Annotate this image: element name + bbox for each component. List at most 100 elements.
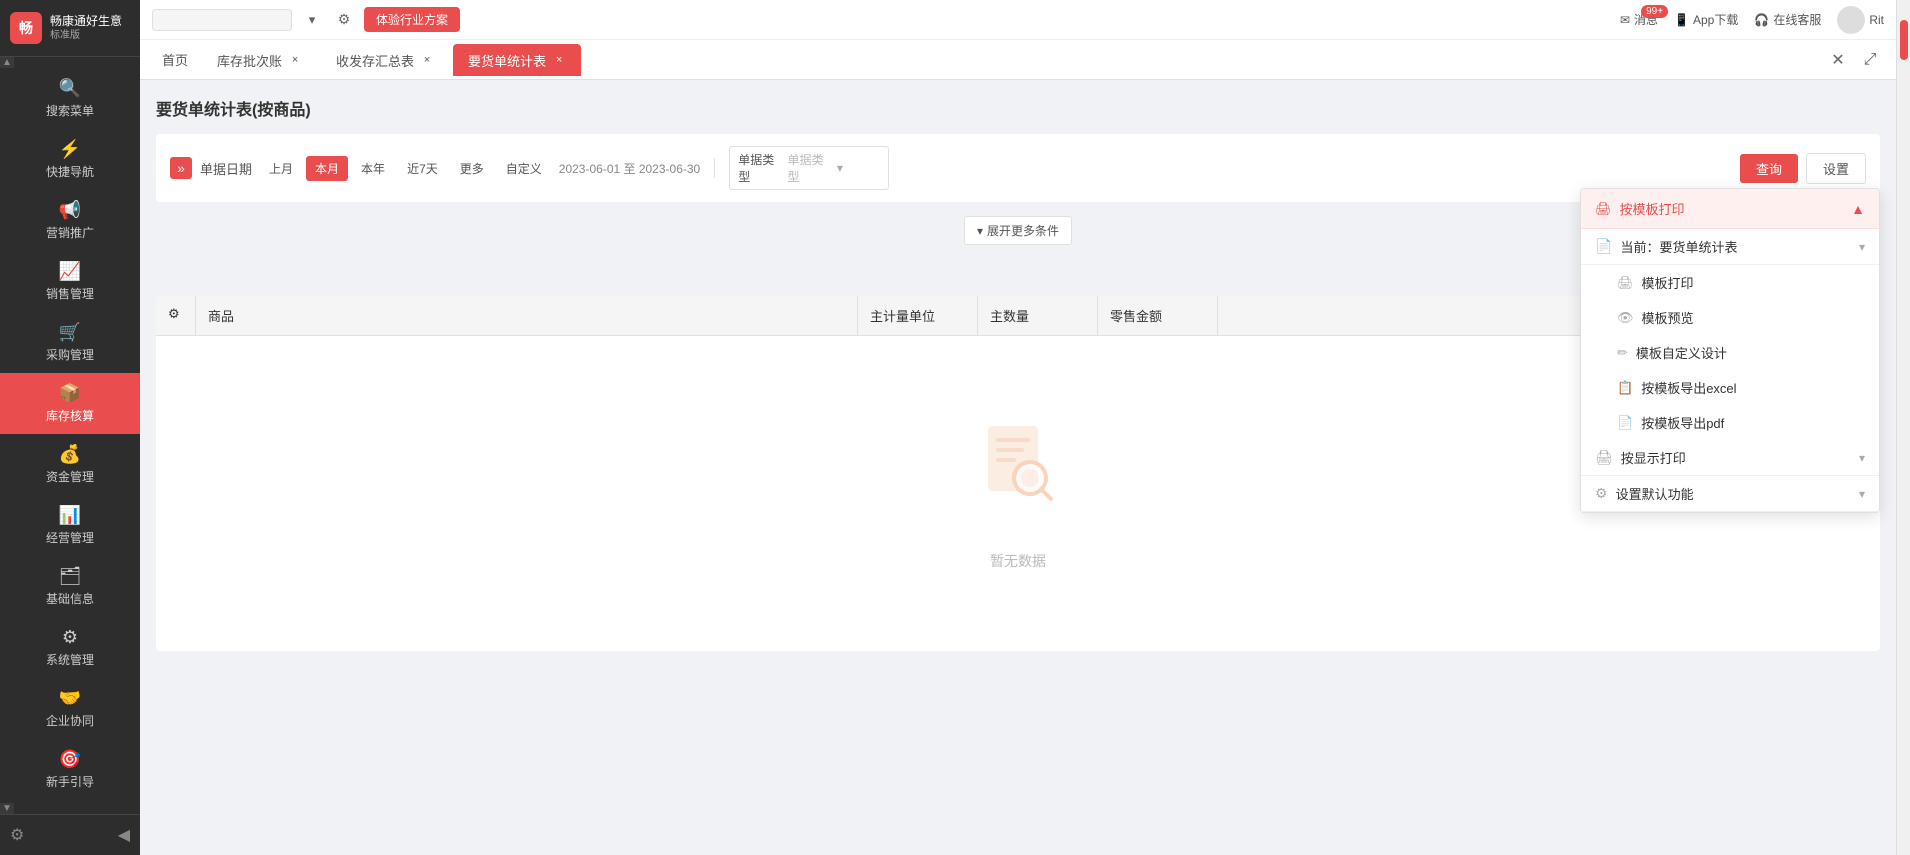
tab-order-stats[interactable]: 要货单统计表 × [453,44,581,76]
sidebar-item-operations[interactable]: 📊 经营管理 [0,495,140,556]
purchase-icon: 🛒 [59,322,81,343]
settings-col-icon: ⚙ [168,306,180,321]
tabs-right: ✕ ⤢ [1824,46,1884,74]
filter-date-range: 2023-06-01 至 2023-06-30 [559,160,700,177]
settings-icon[interactable]: ⚙ [10,825,24,845]
sidebar-item-search[interactable]: 🔍 搜索菜单 [0,68,140,129]
col-amount: 零售金额 [1098,296,1218,335]
query-button[interactable]: 查询 [1740,154,1798,183]
app-download-icon: 📱 [1674,13,1689,27]
dropdown-default-label: 设置默认功能 [1616,484,1851,503]
avatar [1837,6,1865,34]
sidebar-item-enterprise[interactable]: 🤝 企业协同 [0,678,140,739]
page-title: 要货单统计表(按商品) [156,96,1880,120]
print-dropdown-panel: 🖨 按模板打印 ▲ 📄 当前：要货单统计表 ▾ 🖨 模板打印 👁 模板预览 [1580,188,1880,513]
right-scrollbar[interactable] [1896,0,1910,855]
dropdown-display-label: 按显示打印 [1621,448,1851,467]
dropdown-header: 🖨 按模板打印 ▲ [1581,189,1879,229]
sales-icon: 📈 [59,261,81,282]
message-icon: ✉ [1620,13,1630,27]
sidebar-scroll-down[interactable]: ▼ [0,803,14,814]
base-icon: 🗂 [59,566,82,587]
search-icon: 🔍 [59,78,81,99]
col-goods: 商品 [196,296,858,335]
filter-btn-custom[interactable]: 自定义 [497,156,551,181]
dropdown-current-header[interactable]: 📄 当前：要货单统计表 ▾ [1581,229,1879,264]
filter-btn-current-year[interactable]: 本年 [352,156,394,181]
sidebar-item-system[interactable]: ⚙ 系统管理 [0,617,140,678]
dropdown-current-icon: 📄 [1595,238,1612,255]
dropdown-display-chevron: ▾ [1859,451,1865,465]
filter-btn-more[interactable]: 更多 [451,156,493,181]
topbar-gear-btn[interactable]: ⚙ [332,8,356,32]
app-download-item[interactable]: 📱 App下载 [1674,11,1738,28]
sidebar-item-apps[interactable]: 🧩 应用中心 [0,800,140,803]
dropdown-default-chevron: ▾ [1859,487,1865,501]
dropdown-title: 按模板打印 [1620,199,1852,218]
template-excel-icon: 📋 [1617,380,1633,396]
dropdown-display-section: 🖨 按显示打印 ▾ [1581,440,1879,476]
enterprise-icon: 🤝 [59,688,81,709]
collapse-icon[interactable]: ◀ [118,825,130,845]
user-avatar-item[interactable]: Rit [1837,6,1884,34]
tab-receipts-summary[interactable]: 收发存汇总表 × [321,44,449,76]
dropdown-display-header[interactable]: 🖨 按显示打印 ▾ [1581,440,1879,475]
sidebar-scroll-up[interactable]: ▲ [0,57,14,68]
expand-more-button[interactable]: ▾ 展开更多条件 [964,216,1072,245]
settings-button[interactable]: 设置 [1806,153,1866,184]
tab-receipts-summary-close[interactable]: × [420,53,434,67]
sidebar-item-purchase[interactable]: 🛒 采购管理 [0,312,140,373]
default-function-icon: ⚙ [1595,485,1608,502]
dropdown-default-section: ⚙ 设置默认功能 ▾ [1581,476,1879,512]
filter-divider [714,158,715,178]
empty-icon [968,416,1068,535]
filter-date-buttons: 上月 本月 本年 近7天 更多 自定义 2023-06-01 至 2023-06… [260,156,700,181]
filter-btn-last7[interactable]: 近7天 [398,156,447,181]
filter-btn-prev-month[interactable]: 上月 [260,156,302,181]
tab-home[interactable]: 首页 [152,44,198,75]
newbie-icon: 🎯 [59,749,81,770]
dropdown-item-template-excel[interactable]: 📋 按模板导出excel [1581,370,1879,405]
sidebar-item-shortcut[interactable]: ⚡ 快捷导航 [0,129,140,190]
inventory-icon: 📦 [59,383,81,404]
filter-order-type-placeholder: 单据类型 [788,151,831,185]
dropdown-current-label: 当前：要货单统计表 [1620,237,1851,256]
dropdown-current-chevron: ▾ [1859,240,1865,254]
tab-batch-accounts-close[interactable]: × [288,53,302,67]
dropdown-item-template-print[interactable]: 🖨 模板打印 [1581,265,1879,300]
sidebar-item-sales[interactable]: 📈 销售管理 [0,251,140,312]
sidebar-item-newbie[interactable]: 🎯 新手引导 [0,739,140,800]
finance-icon: 💰 [59,444,81,465]
shortcut-icon: ⚡ [59,139,81,160]
sidebar-item-finance[interactable]: 💰 资金管理 [0,434,140,495]
scrollbar-thumb [1900,20,1908,60]
tab-batch-accounts[interactable]: 库存批次账 × [202,44,317,76]
sidebar: 畅 畅康通好生意 标准版 ▲ 🔍 搜索菜单 ⚡ 快捷导航 📢 营销推广 📈 销售… [0,0,140,855]
dropdown-default-header[interactable]: ⚙ 设置默认功能 ▾ [1581,476,1879,511]
operations-icon: 📊 [59,505,81,526]
filter-expand-button[interactable]: » [170,157,192,179]
dropdown-item-template-pdf[interactable]: 📄 按模板导出pdf [1581,405,1879,440]
topbar-dropdown-btn[interactable]: ▾ [300,8,324,32]
dropdown-item-template-preview[interactable]: 👁 模板预览 [1581,300,1879,335]
sidebar-item-marketing[interactable]: 📢 营销推广 [0,190,140,251]
dropdown-collapse-btn[interactable]: ▲ [1851,201,1865,217]
service-icon: 🎧 [1754,13,1769,27]
sidebar-item-inventory[interactable]: 📦 库存核算 [0,373,140,434]
message-badge: 99+ [1641,5,1668,18]
col-settings[interactable]: ⚙ [156,296,196,335]
filter-btn-current-month[interactable]: 本月 [306,156,348,181]
tab-expand-btn[interactable]: ⤢ [1856,46,1884,74]
tab-close-all-btn[interactable]: ✕ [1824,46,1852,74]
topbar-search-input[interactable] [152,9,292,31]
sidebar-item-base[interactable]: 🗂 基础信息 [0,556,140,617]
col-quantity: 主数量 [978,296,1098,335]
tab-order-stats-close[interactable]: × [552,53,566,67]
dropdown-item-template-custom[interactable]: ✏ 模板自定义设计 [1581,335,1879,370]
online-service-item[interactable]: 🎧 在线客服 [1754,11,1821,28]
filter-order-type-select[interactable]: 单据类型 单据类型 ▾ [729,146,889,190]
trial-button[interactable]: 体验行业方案 [364,7,460,32]
message-item[interactable]: ✉ 消息 99+ [1620,11,1658,28]
sidebar-nav: 🔍 搜索菜单 ⚡ 快捷导航 📢 营销推广 📈 销售管理 🛒 采购管理 📦 库存核… [0,68,140,803]
topbar: ▾ ⚙ 体验行业方案 ✉ 消息 99+ 📱 App下载 🎧 在线客服 Rit [140,0,1896,40]
